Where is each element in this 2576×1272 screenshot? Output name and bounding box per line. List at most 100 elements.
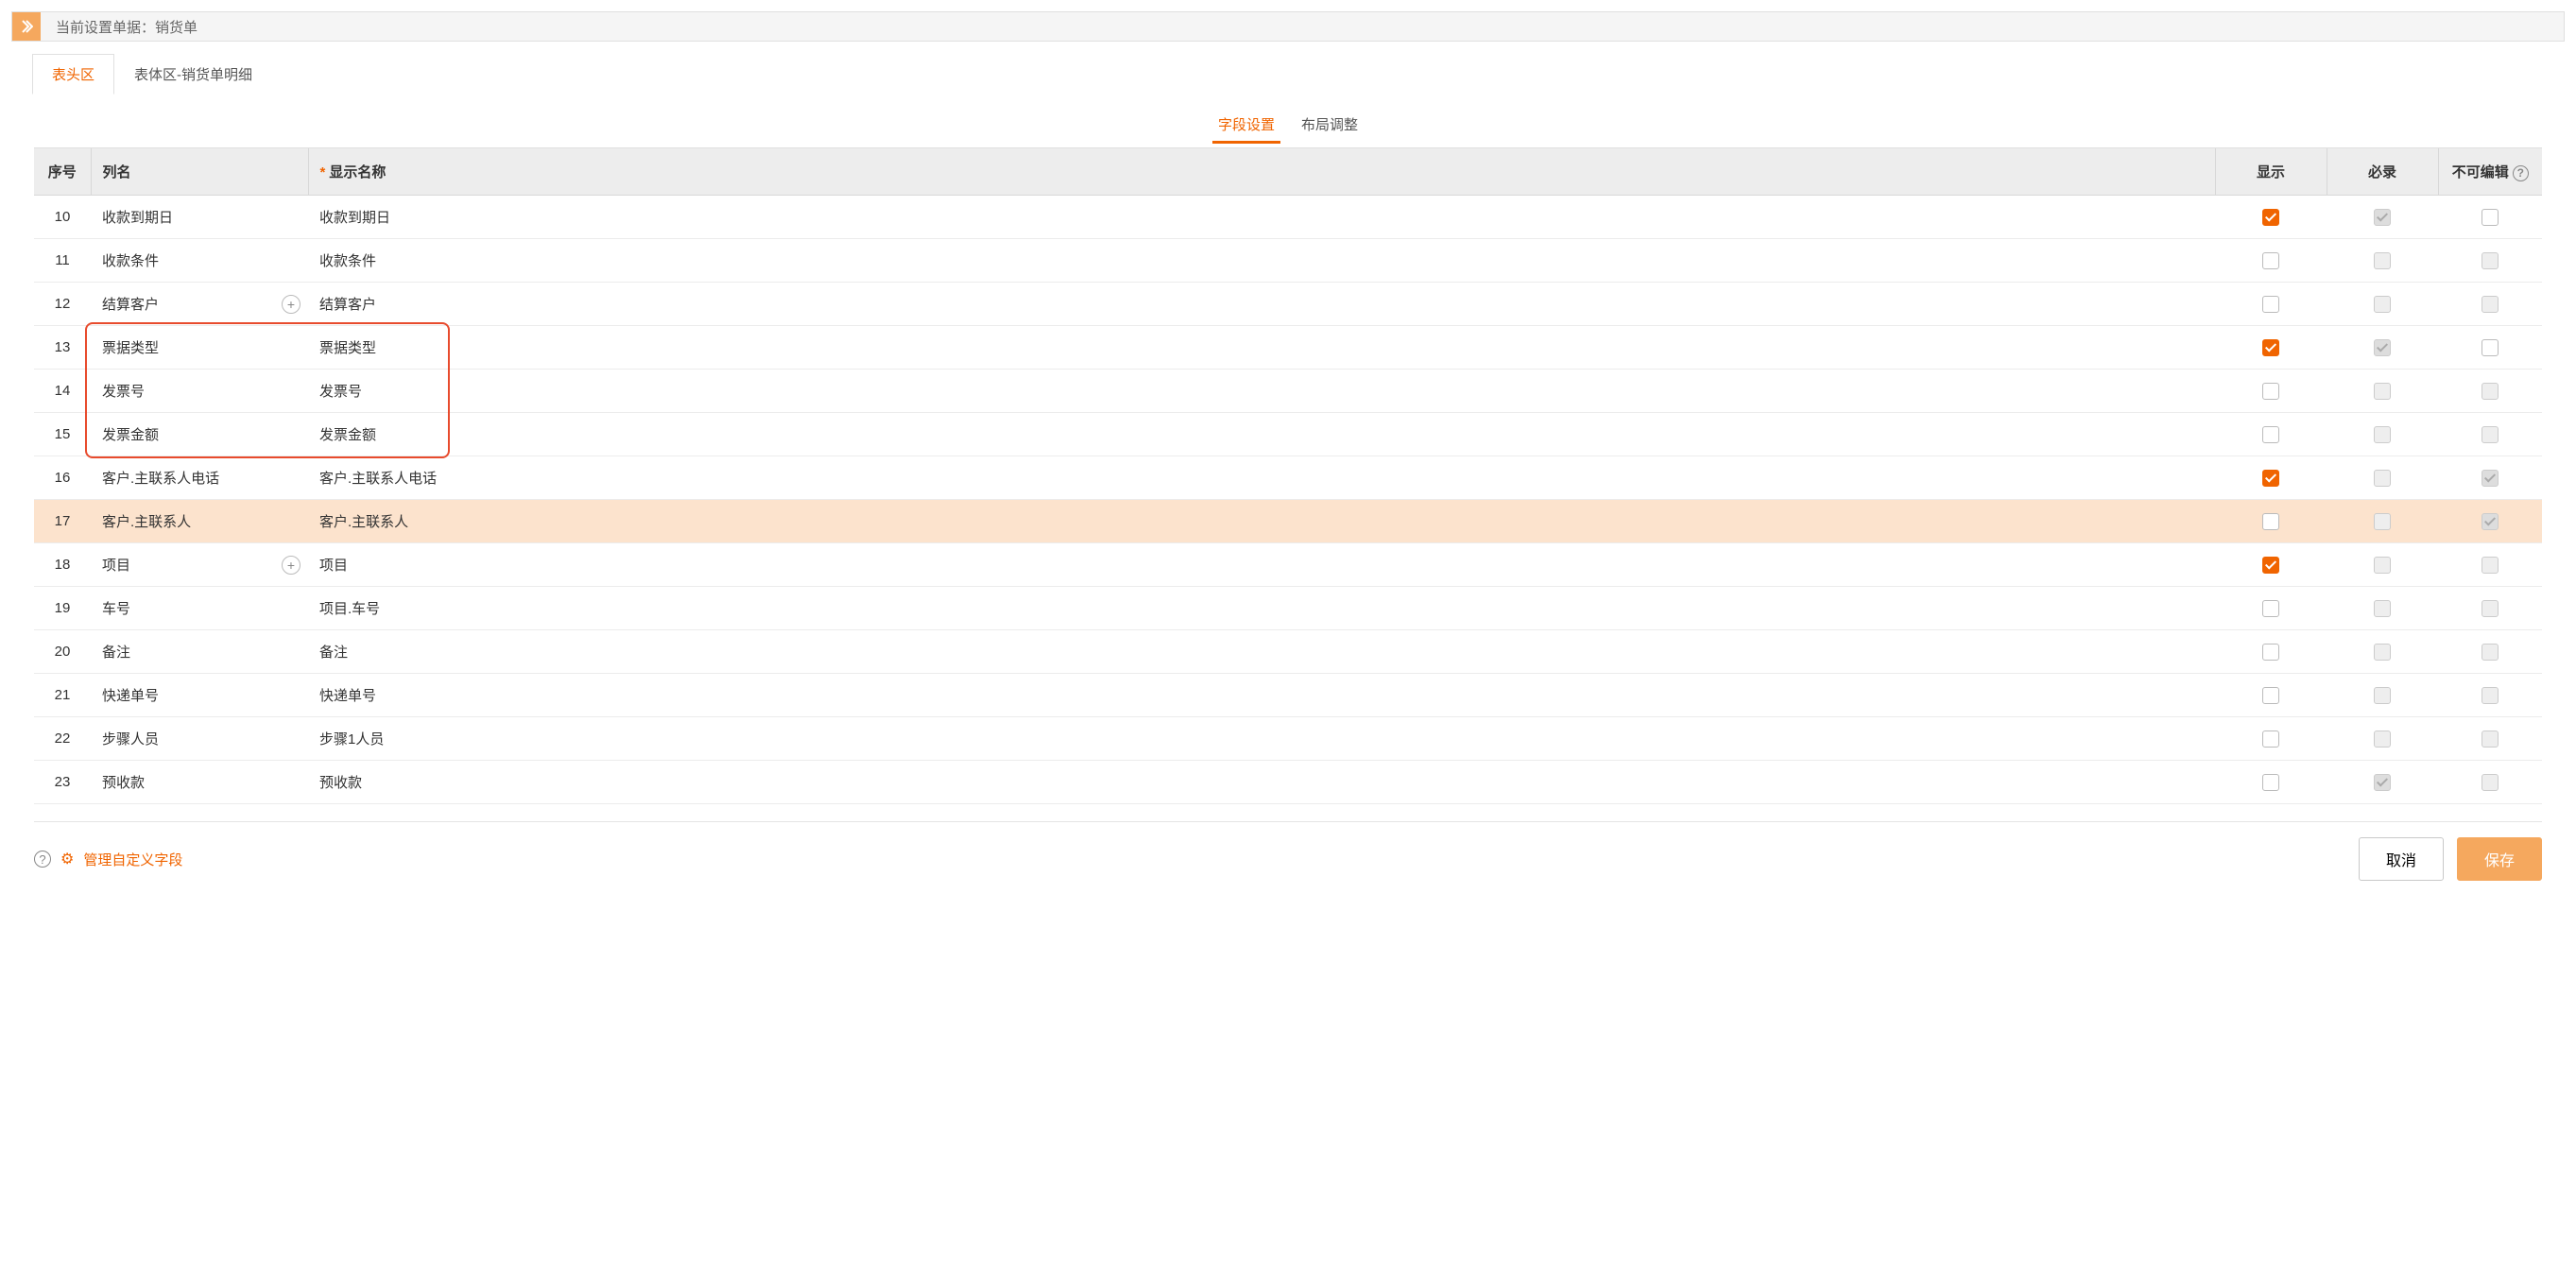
cell-name: 车号 bbox=[91, 587, 308, 630]
fields-table: 序号 列名 *显示名称 显示 必录 不可编辑? 10收款到期日收款到期日11收款… bbox=[34, 147, 2542, 804]
show-checkbox[interactable] bbox=[2262, 296, 2279, 313]
add-child-button[interactable]: + bbox=[282, 556, 301, 575]
noedit-checkbox bbox=[2482, 383, 2499, 400]
cell-name: 项目+ bbox=[91, 543, 308, 587]
table-row[interactable]: 20备注备注 bbox=[34, 630, 2542, 674]
cell-name: 收款到期日 bbox=[91, 196, 308, 239]
cell-noedit bbox=[2438, 239, 2542, 283]
cell-name: 票据类型 bbox=[91, 326, 308, 370]
table-row[interactable]: 21快递单号快递单号 bbox=[34, 674, 2542, 717]
sidebar-toggle-button[interactable] bbox=[12, 12, 41, 41]
save-button[interactable]: 保存 bbox=[2457, 837, 2542, 881]
cell-show bbox=[2215, 326, 2327, 370]
table-row[interactable]: 10收款到期日收款到期日 bbox=[34, 196, 2542, 239]
show-checkbox[interactable] bbox=[2262, 600, 2279, 617]
top-bar: 当前设置单据：销货单 bbox=[11, 11, 2565, 42]
show-checkbox[interactable] bbox=[2262, 209, 2279, 226]
required-checkbox bbox=[2374, 470, 2391, 487]
cell-required bbox=[2327, 717, 2438, 761]
table-header-row: 序号 列名 *显示名称 显示 必录 不可编辑? bbox=[34, 148, 2542, 196]
required-checkbox bbox=[2374, 339, 2391, 356]
tab-body-area[interactable]: 表体区-销货单明细 bbox=[114, 54, 272, 95]
cell-name: 快递单号 bbox=[91, 674, 308, 717]
primary-tabs: 表头区 表体区-销货单明细 bbox=[32, 53, 2544, 94]
cell-seq: 21 bbox=[34, 674, 91, 717]
cell-display-name[interactable]: 客户.主联系人电话 bbox=[308, 456, 2215, 500]
show-checkbox[interactable] bbox=[2262, 252, 2279, 269]
cell-required bbox=[2327, 761, 2438, 804]
table-row[interactable]: 16客户.主联系人电话客户.主联系人电话 bbox=[34, 456, 2542, 500]
manage-custom-fields-link[interactable]: 管理自定义字段 bbox=[83, 850, 182, 869]
cell-show bbox=[2215, 196, 2327, 239]
required-checkbox bbox=[2374, 644, 2391, 661]
cell-name: 客户.主联系人电话 bbox=[91, 456, 308, 500]
cell-display-name[interactable]: 预收款 bbox=[308, 761, 2215, 804]
cell-show bbox=[2215, 761, 2327, 804]
table-row[interactable]: 18项目+项目 bbox=[34, 543, 2542, 587]
show-checkbox[interactable] bbox=[2262, 383, 2279, 400]
noedit-checkbox bbox=[2482, 731, 2499, 748]
cell-display-name[interactable]: 项目.车号 bbox=[308, 587, 2215, 630]
footer-left: ? ⚙ 管理自定义字段 bbox=[34, 850, 182, 869]
cell-show bbox=[2215, 587, 2327, 630]
cell-noedit bbox=[2438, 587, 2542, 630]
show-checkbox[interactable] bbox=[2262, 644, 2279, 661]
cell-noedit bbox=[2438, 761, 2542, 804]
cell-display-name[interactable]: 结算客户 bbox=[308, 283, 2215, 326]
table-row[interactable]: 14发票号发票号 bbox=[34, 370, 2542, 413]
add-child-button[interactable]: + bbox=[282, 295, 301, 314]
table-row[interactable]: 17客户.主联系人客户.主联系人 bbox=[34, 500, 2542, 543]
required-checkbox bbox=[2374, 383, 2391, 400]
cell-required bbox=[2327, 587, 2438, 630]
show-checkbox[interactable] bbox=[2262, 513, 2279, 530]
cell-display-name[interactable]: 快递单号 bbox=[308, 674, 2215, 717]
show-checkbox[interactable] bbox=[2262, 426, 2279, 443]
tab-header-area[interactable]: 表头区 bbox=[32, 54, 114, 95]
show-checkbox[interactable] bbox=[2262, 557, 2279, 574]
table-row[interactable]: 13票据类型票据类型 bbox=[34, 326, 2542, 370]
table-row[interactable]: 23预收款预收款 bbox=[34, 761, 2542, 804]
cell-noedit bbox=[2438, 283, 2542, 326]
noedit-checkbox bbox=[2482, 513, 2499, 530]
table-row[interactable]: 11收款条件收款条件 bbox=[34, 239, 2542, 283]
cell-display-name[interactable]: 收款到期日 bbox=[308, 196, 2215, 239]
cell-seq: 10 bbox=[34, 196, 91, 239]
noedit-checkbox[interactable] bbox=[2482, 339, 2499, 356]
noedit-checkbox bbox=[2482, 687, 2499, 704]
show-checkbox[interactable] bbox=[2262, 731, 2279, 748]
subtab-layout-adjust[interactable]: 布局调整 bbox=[1296, 107, 1364, 142]
cell-required bbox=[2327, 326, 2438, 370]
cell-seq: 20 bbox=[34, 630, 91, 674]
cell-seq: 17 bbox=[34, 500, 91, 543]
cell-display-name[interactable]: 收款条件 bbox=[308, 239, 2215, 283]
cell-noedit bbox=[2438, 413, 2542, 456]
cell-display-name[interactable]: 项目 bbox=[308, 543, 2215, 587]
table-row[interactable]: 12结算客户+结算客户 bbox=[34, 283, 2542, 326]
cell-noedit bbox=[2438, 500, 2542, 543]
table-row[interactable]: 15发票金额发票金额 bbox=[34, 413, 2542, 456]
cancel-button[interactable]: 取消 bbox=[2359, 837, 2444, 881]
cell-show bbox=[2215, 456, 2327, 500]
footer-right: 取消 保存 bbox=[2359, 837, 2542, 881]
subtab-field-settings[interactable]: 字段设置 bbox=[1212, 107, 1280, 142]
show-checkbox[interactable] bbox=[2262, 774, 2279, 791]
cell-seq: 23 bbox=[34, 761, 91, 804]
cell-display-name[interactable]: 发票金额 bbox=[308, 413, 2215, 456]
table-row[interactable]: 22步骤人员步骤1人员 bbox=[34, 717, 2542, 761]
cell-seq: 22 bbox=[34, 717, 91, 761]
sub-tabs: 字段设置 布局调整 bbox=[0, 107, 2576, 142]
question-icon[interactable]: ? bbox=[34, 851, 51, 868]
required-checkbox bbox=[2374, 687, 2391, 704]
noedit-checkbox[interactable] bbox=[2482, 209, 2499, 226]
cell-display-name[interactable]: 客户.主联系人 bbox=[308, 500, 2215, 543]
help-icon[interactable]: ? bbox=[2513, 165, 2529, 181]
cell-display-name[interactable]: 步骤1人员 bbox=[308, 717, 2215, 761]
cell-display-name[interactable]: 发票号 bbox=[308, 370, 2215, 413]
show-checkbox[interactable] bbox=[2262, 687, 2279, 704]
noedit-checkbox bbox=[2482, 644, 2499, 661]
show-checkbox[interactable] bbox=[2262, 470, 2279, 487]
cell-display-name[interactable]: 票据类型 bbox=[308, 326, 2215, 370]
cell-display-name[interactable]: 备注 bbox=[308, 630, 2215, 674]
show-checkbox[interactable] bbox=[2262, 339, 2279, 356]
table-row[interactable]: 19车号项目.车号 bbox=[34, 587, 2542, 630]
